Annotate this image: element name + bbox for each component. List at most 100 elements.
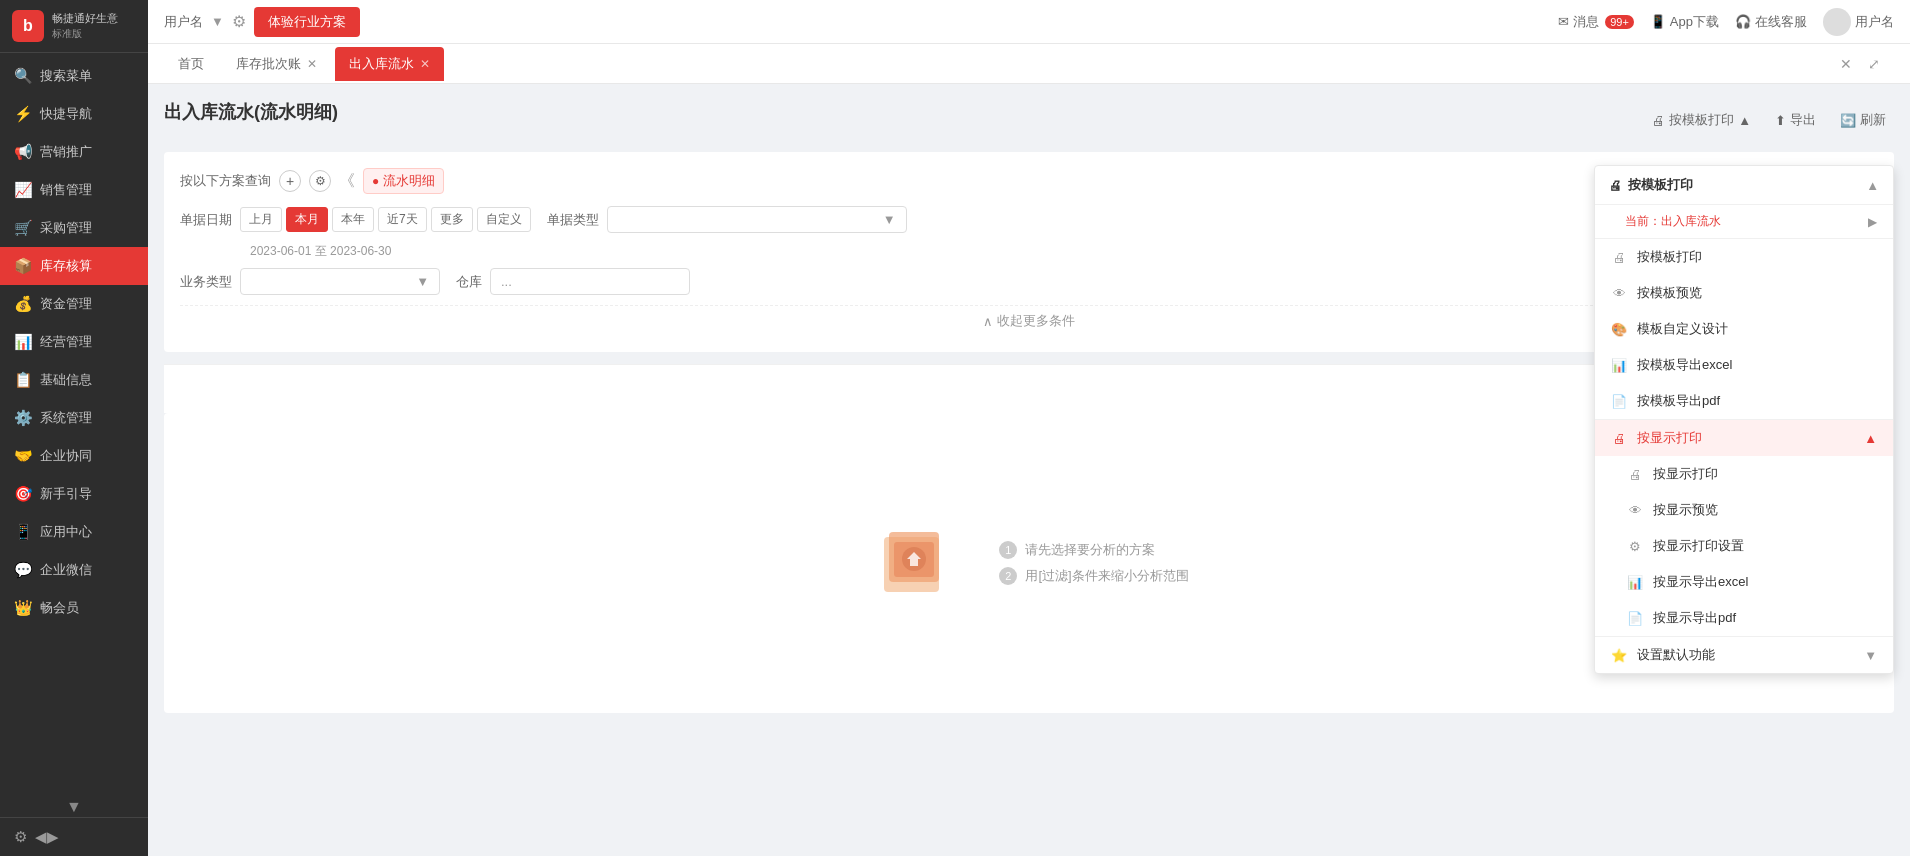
dd-template-excel-label: 按模板导出excel — [1637, 356, 1732, 374]
online-service-label: 在线客服 — [1755, 13, 1807, 31]
topbar-right: ✉ 消息 99+ 📱 App下载 🎧 在线客服 用户名 — [1558, 8, 1894, 36]
dd-template-print[interactable]: 🖨按模板打印 — [1595, 239, 1893, 275]
display-username: 用户名 — [1855, 13, 1894, 31]
sidebar-item-wechat[interactable]: 💬企业微信 — [0, 551, 148, 589]
dd-display-print-sub-icon: 🖨 — [1627, 466, 1643, 482]
app-download-btn[interactable]: 📱 App下载 — [1650, 13, 1719, 31]
dd-set-default-item[interactable]: ⭐设置默认功能▼ — [1611, 646, 1877, 664]
dd-display-print-header[interactable]: 🖨 按显示打印 ▲ — [1595, 420, 1893, 456]
dd-display-settings[interactable]: ⚙按显示打印设置 — [1595, 528, 1893, 564]
tab-flow-close[interactable]: ✕ — [420, 57, 430, 71]
empty-tips: 1 请先选择要分析的方案 2 用[过滤]条件来缩小分析范围 — [999, 541, 1188, 585]
collab-icon: 🤝 — [14, 447, 32, 465]
app-center-icon: 📱 — [14, 523, 32, 541]
dd-template-excel[interactable]: 📊按模板导出excel — [1595, 347, 1893, 383]
refresh-btn[interactable]: 🔄 刷新 — [1832, 107, 1894, 133]
print-dropdown-arrow: ▲ — [1738, 113, 1751, 128]
dd-display-preview-icon: 👁 — [1627, 502, 1643, 518]
filter-warehouse-select[interactable]: ... — [490, 268, 690, 295]
date-btn-this-month[interactable]: 本月 — [286, 207, 328, 232]
sidebar-label-collab: 企业协同 — [40, 447, 92, 465]
tab-flow[interactable]: 出入库流水 ✕ — [335, 47, 444, 81]
display-print-section: 🖨 按显示打印 ▲ 🖨按显示打印 👁 按显示预览 ⚙按显示打印设置 📊按显示导出e… — [1595, 420, 1893, 637]
app-version: 标准版 — [52, 27, 118, 41]
topbar-gear-icon[interactable]: ⚙ — [232, 12, 246, 31]
dd-display-preview-label: 按显示预览 — [1653, 501, 1718, 519]
sidebar-item-member[interactable]: 👑畅会员 — [0, 589, 148, 627]
message-label: 消息 — [1573, 13, 1599, 31]
sidebar-item-finance[interactable]: 💰资金管理 — [0, 285, 148, 323]
date-btn-more[interactable]: 更多 — [431, 207, 473, 232]
date-btn-this-year[interactable]: 本年 — [332, 207, 374, 232]
main-area: 用户名 ▼ ⚙ 体验行业方案 ✉ 消息 99+ 📱 App下载 🎧 在线客服 用… — [148, 0, 1910, 856]
sidebar-item-marketing[interactable]: 📢营销推广 — [0, 133, 148, 171]
marketing-icon: 📢 — [14, 143, 32, 161]
refresh-icon: 🔄 — [1840, 113, 1856, 128]
dd-display-excel[interactable]: 📊按显示导出excel — [1595, 564, 1893, 600]
dd-display-pdf[interactable]: 📄按显示导出pdf — [1595, 600, 1893, 636]
dd-display-section-arrow: ▲ — [1864, 431, 1877, 446]
filter-business-label: 业务类型 — [180, 273, 232, 291]
sidebar-item-basic[interactable]: 📋基础信息 — [0, 361, 148, 399]
sidebar-item-sales[interactable]: 📈销售管理 — [0, 171, 148, 209]
topbar-username: 用户名 — [164, 13, 203, 31]
filter-business-select[interactable]: ▼ — [240, 268, 440, 295]
date-btn-custom[interactable]: 自定义 — [477, 207, 531, 232]
sidebar-label-wechat: 企业微信 — [40, 561, 92, 579]
print-dropdown-panel: 🖨 按模板打印 ▲ 当前：出入库流水 ▶ 🖨按模板打印 👁按模板预览 🎨模板自定… — [1594, 165, 1894, 674]
sidebar-bottom: ⚙ ◀▶ — [0, 817, 148, 856]
message-badge: 99+ — [1605, 15, 1634, 29]
topbar-dropdown-arrow[interactable]: ▼ — [211, 14, 224, 29]
dd-template-pdf[interactable]: 📄按模板导出pdf — [1595, 383, 1893, 419]
sidebar-item-purchase[interactable]: 🛒采购管理 — [0, 209, 148, 247]
window-close-btn[interactable]: ✕ — [1834, 52, 1858, 76]
dd-set-default[interactable]: ⭐设置默认功能▼ — [1595, 637, 1893, 673]
sales-icon: 📈 — [14, 181, 32, 199]
filter-type-item: 单据类型 ▼ — [547, 206, 907, 233]
online-service-btn[interactable]: 🎧 在线客服 — [1735, 13, 1807, 31]
sidebar-item-app-center[interactable]: 📱应用中心 — [0, 513, 148, 551]
sidebar-item-collab[interactable]: 🤝 企业协同 — [0, 437, 148, 475]
settings-icon[interactable]: ⚙ — [14, 828, 27, 846]
sidebar-item-operations[interactable]: 📊经营管理 — [0, 323, 148, 361]
sidebar-scroll-down[interactable]: ▼ — [0, 797, 148, 817]
dd-template-custom[interactable]: 🎨模板自定义设计 — [1595, 311, 1893, 347]
message-btn[interactable]: ✉ 消息 99+ — [1558, 13, 1634, 31]
filter-type-select[interactable]: ▼ — [607, 206, 907, 233]
export-btn[interactable]: ⬆ 导出 — [1767, 107, 1824, 133]
dd-template-preview[interactable]: 👁按模板预览 — [1595, 275, 1893, 311]
filter-settings-btn[interactable]: ⚙ — [309, 170, 331, 192]
sidebar-label-member: 畅会员 — [40, 599, 79, 617]
dropdown-expand-arrow[interactable]: ▲ — [1866, 178, 1879, 193]
system-icon: ⚙️ — [14, 409, 32, 427]
dd-display-pdf-icon: 📄 — [1627, 610, 1643, 626]
date-btn-7days[interactable]: 近7天 — [378, 207, 427, 232]
dd-print-icon: 🖨 — [1611, 249, 1627, 265]
filter-tag-liushui[interactable]: ● 流水明细 — [363, 168, 444, 194]
warehouse-placeholder: ... — [501, 274, 512, 289]
sidebar-item-guide[interactable]: 🎯新手引导 — [0, 475, 148, 513]
industry-btn[interactable]: 体验行业方案 — [254, 7, 360, 37]
sidebar-nav: 🔍搜索菜单⚡快捷导航📢营销推广📈销售管理🛒采购管理📦库存核算💰资金管理📊经营管理… — [0, 53, 148, 797]
dd-display-print[interactable]: 🖨按显示打印 — [1595, 456, 1893, 492]
sidebar-item-system[interactable]: ⚙️ 系统管理 — [0, 399, 148, 437]
sidebar-item-search[interactable]: 🔍搜索菜单 — [0, 57, 148, 95]
tab-home[interactable]: 首页 — [164, 47, 218, 81]
filter-type-label: 单据类型 — [547, 211, 599, 229]
tab-batch-account-close[interactable]: ✕ — [307, 57, 317, 71]
date-btn-last-month[interactable]: 上月 — [240, 207, 282, 232]
sidebar-item-quick-nav[interactable]: ⚡快捷导航 — [0, 95, 148, 133]
print-template-btn[interactable]: 🖨 按模板打印 ▲ — [1644, 107, 1759, 133]
tab-batch-account[interactable]: 库存批次账 ✕ — [222, 47, 331, 81]
sidebar-label-system: 系统管理 — [40, 409, 92, 427]
sidebar-item-inventory[interactable]: 📦库存核算 — [0, 247, 148, 285]
collapse-icon[interactable]: ◀▶ — [35, 828, 59, 846]
filter-label: 按以下方案查询 — [180, 172, 271, 190]
dd-display-preview[interactable]: 👁 按显示预览 — [1595, 492, 1893, 528]
sidebar-label-purchase: 采购管理 — [40, 219, 92, 237]
user-avatar-area[interactable]: 用户名 — [1823, 8, 1894, 36]
window-maximize-btn[interactable]: ⤢ — [1862, 52, 1886, 76]
headset-icon: 🎧 — [1735, 14, 1751, 29]
filter-collapse-btn[interactable]: 《 — [339, 171, 355, 192]
filter-add-btn[interactable]: + — [279, 170, 301, 192]
